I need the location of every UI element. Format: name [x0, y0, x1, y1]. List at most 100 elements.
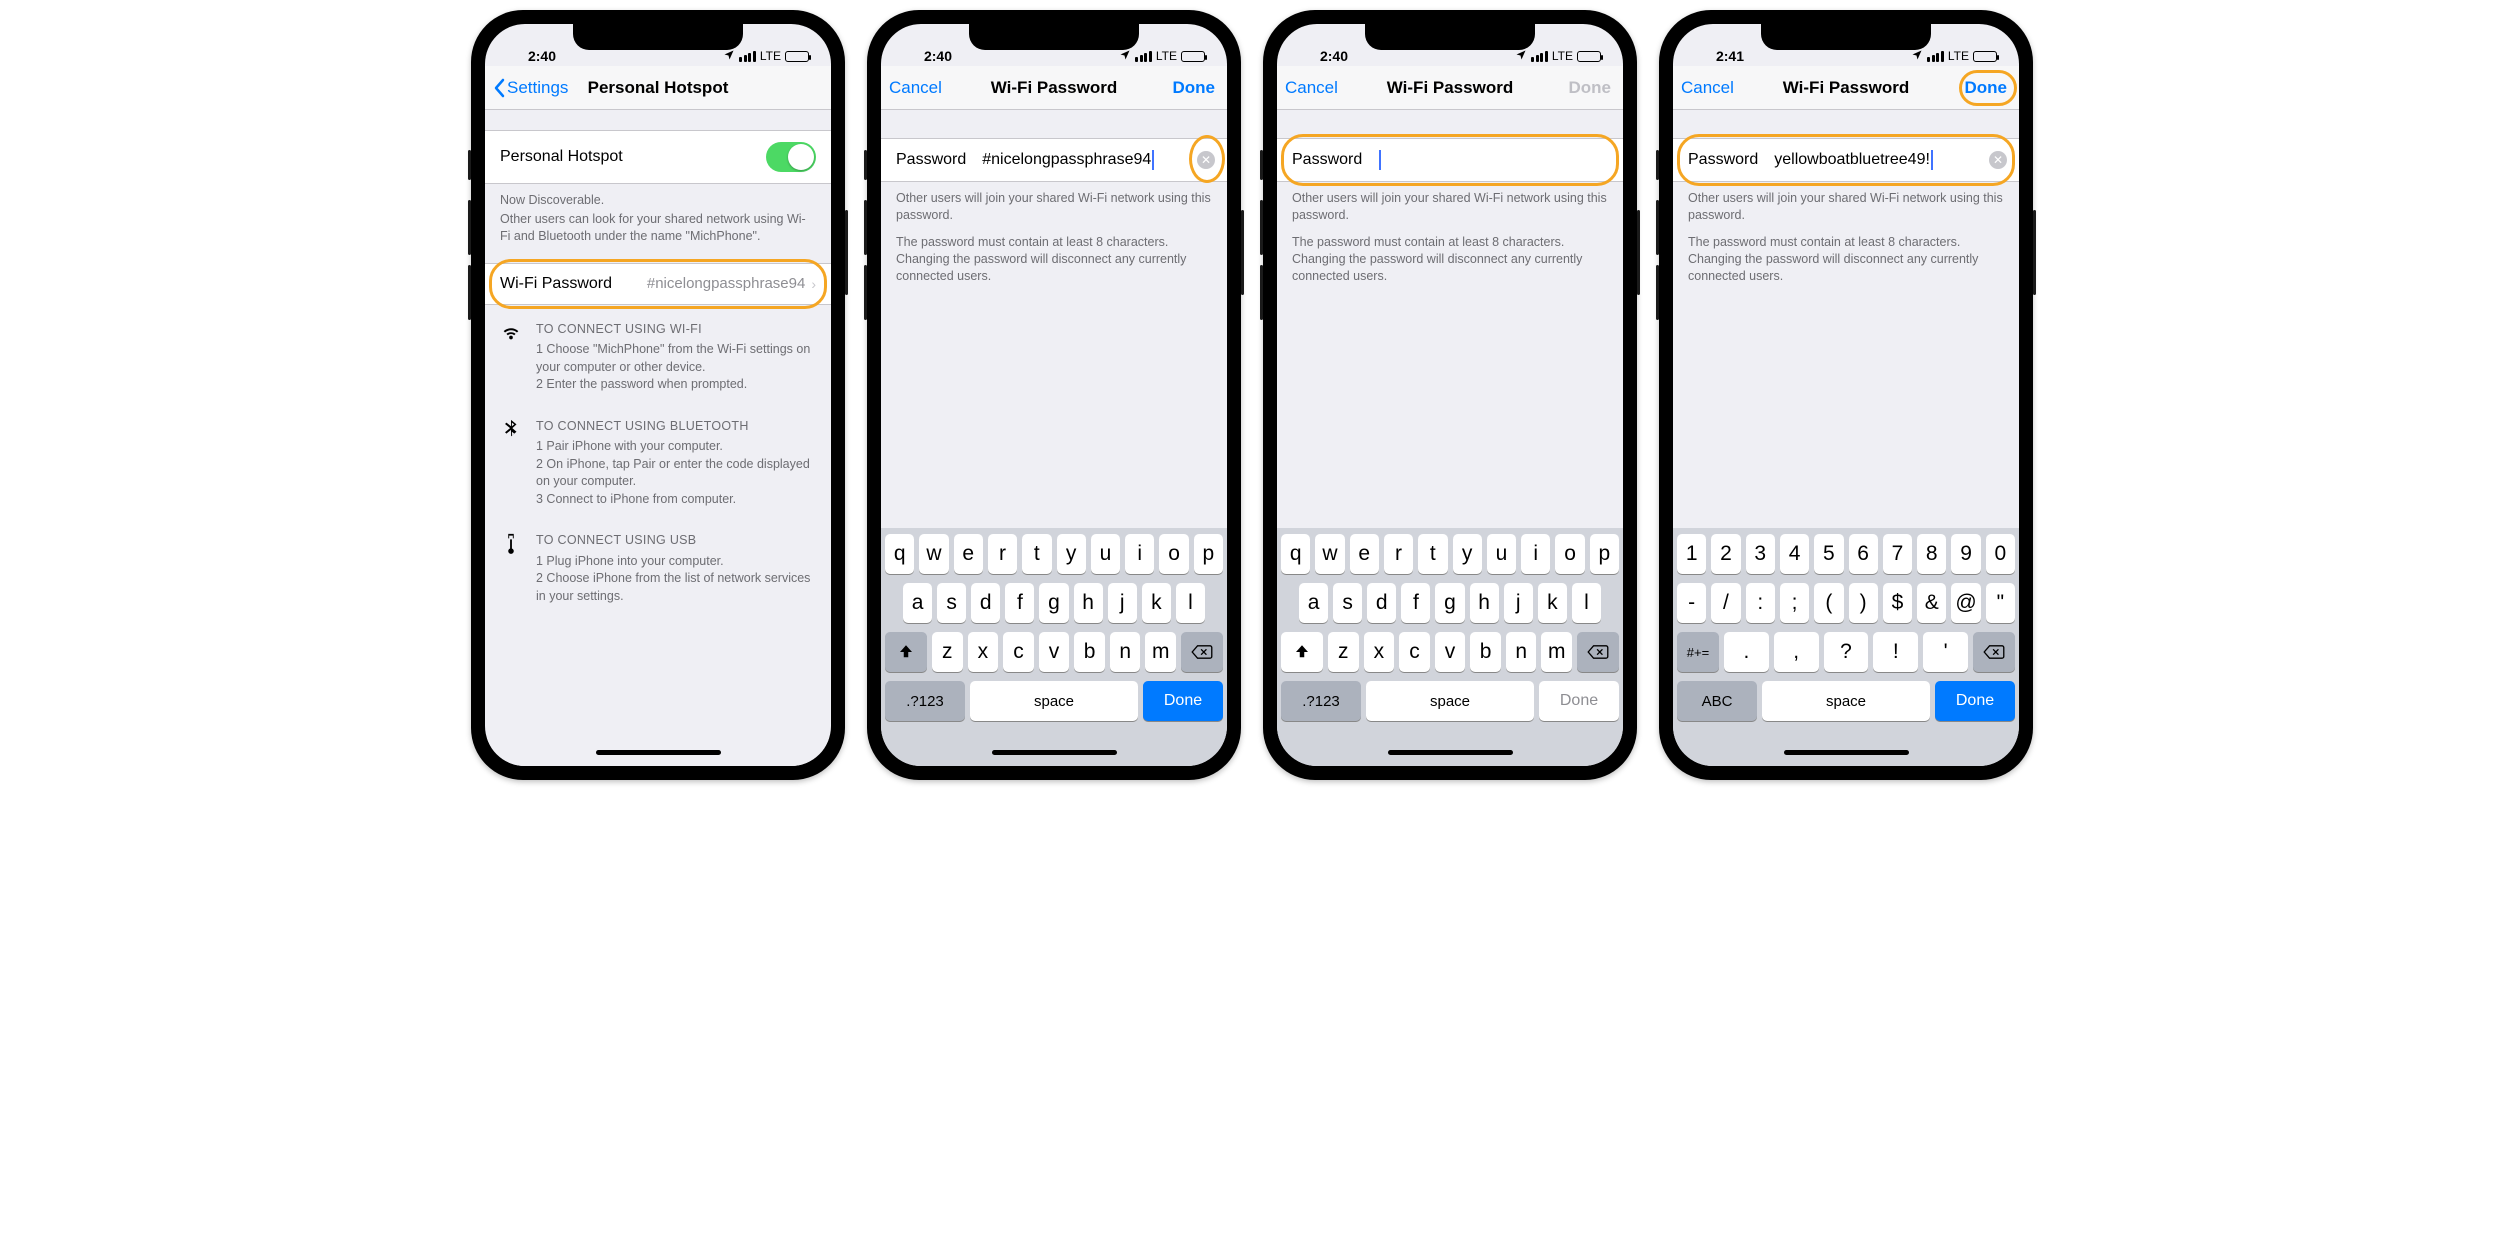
cancel-button[interactable]: Cancel — [1285, 78, 1338, 98]
key-n[interactable]: n — [1506, 632, 1537, 672]
key-o[interactable]: o — [1159, 534, 1188, 574]
key-d[interactable]: d — [1367, 583, 1396, 623]
keyboard[interactable]: qwertyuiop asdfghjkl zxcvbnm .?123 space… — [881, 528, 1227, 738]
key-6[interactable]: 6 — [1849, 534, 1878, 574]
home-indicator[interactable] — [881, 738, 1227, 766]
key-q[interactable]: q — [1281, 534, 1310, 574]
key-:[interactable]: : — [1746, 583, 1775, 623]
shift-key[interactable] — [1281, 632, 1323, 672]
key-u[interactable]: u — [1487, 534, 1516, 574]
key-n[interactable]: n — [1110, 632, 1141, 672]
mode-123-key[interactable]: .?123 — [885, 681, 965, 721]
keyboard-done-key[interactable]: Done — [1143, 681, 1223, 721]
key-x[interactable]: x — [968, 632, 999, 672]
delete-key[interactable] — [1577, 632, 1619, 672]
key-z[interactable]: z — [932, 632, 963, 672]
key-s[interactable]: s — [1333, 583, 1362, 623]
home-indicator[interactable] — [1673, 738, 2019, 766]
key-m[interactable]: m — [1541, 632, 1572, 672]
mode-symbols-key[interactable]: #+= — [1677, 632, 1719, 672]
key-u[interactable]: u — [1091, 534, 1120, 574]
key-f[interactable]: f — [1401, 583, 1430, 623]
key-a[interactable]: a — [1299, 583, 1328, 623]
key-x[interactable]: x — [1364, 632, 1395, 672]
key-,[interactable]: , — [1774, 632, 1819, 672]
key-5[interactable]: 5 — [1814, 534, 1843, 574]
mode-123-key[interactable]: .?123 — [1281, 681, 1361, 721]
key-.[interactable]: . — [1724, 632, 1769, 672]
key-e[interactable]: e — [954, 534, 983, 574]
key-g[interactable]: g — [1039, 583, 1068, 623]
key-r[interactable]: r — [1384, 534, 1413, 574]
keyboard-done-key[interactable]: Done — [1935, 681, 2015, 721]
key-p[interactable]: p — [1590, 534, 1619, 574]
key-@[interactable]: @ — [1951, 583, 1980, 623]
key-o[interactable]: o — [1555, 534, 1584, 574]
key-w[interactable]: w — [1315, 534, 1344, 574]
hotspot-toggle-cell[interactable]: Personal Hotspot — [485, 130, 831, 184]
key-p[interactable]: p — [1194, 534, 1223, 574]
password-input-cell[interactable]: Password yellowboatbluetree49! ✕ — [1673, 138, 2019, 182]
key-y[interactable]: y — [1453, 534, 1482, 574]
key-e[interactable]: e — [1350, 534, 1379, 574]
back-button[interactable]: Settings — [493, 78, 568, 98]
shift-key[interactable] — [885, 632, 927, 672]
space-key[interactable]: space — [1762, 681, 1930, 721]
delete-key[interactable] — [1973, 632, 2015, 672]
wifi-password-cell[interactable]: Wi-Fi Password #nicelongpassphrase94 › — [485, 263, 831, 305]
key-)[interactable]: ) — [1849, 583, 1878, 623]
key-q[interactable]: q — [885, 534, 914, 574]
key-s[interactable]: s — [937, 583, 966, 623]
key-b[interactable]: b — [1470, 632, 1501, 672]
key-t[interactable]: t — [1418, 534, 1447, 574]
key-c[interactable]: c — [1399, 632, 1430, 672]
key-7[interactable]: 7 — [1883, 534, 1912, 574]
key-8[interactable]: 8 — [1917, 534, 1946, 574]
key-$[interactable]: $ — [1883, 583, 1912, 623]
key-l[interactable]: l — [1176, 583, 1205, 623]
password-input-cell[interactable]: Password — [1277, 138, 1623, 182]
key-"[interactable]: " — [1986, 583, 2015, 623]
done-button[interactable]: Done — [1965, 78, 2008, 98]
key-g[interactable]: g — [1435, 583, 1464, 623]
key-h[interactable]: h — [1074, 583, 1103, 623]
clear-text-button[interactable]: ✕ — [1197, 151, 1215, 169]
key-c[interactable]: c — [1003, 632, 1034, 672]
key-m[interactable]: m — [1145, 632, 1176, 672]
key--[interactable]: - — [1677, 583, 1706, 623]
keyboard-numeric[interactable]: 1234567890 -/:;()$&@" #+= .,?!' ABC spac… — [1673, 528, 2019, 738]
clear-text-button[interactable]: ✕ — [1989, 151, 2007, 169]
key-h[interactable]: h — [1470, 583, 1499, 623]
key-9[interactable]: 9 — [1951, 534, 1980, 574]
key-i[interactable]: i — [1521, 534, 1550, 574]
key-&[interactable]: & — [1917, 583, 1946, 623]
key-3[interactable]: 3 — [1746, 534, 1775, 574]
key-w[interactable]: w — [919, 534, 948, 574]
key-0[interactable]: 0 — [1986, 534, 2015, 574]
home-indicator[interactable] — [485, 738, 831, 766]
key-i[interactable]: i — [1125, 534, 1154, 574]
key-j[interactable]: j — [1108, 583, 1137, 623]
key-4[interactable]: 4 — [1780, 534, 1809, 574]
delete-key[interactable] — [1181, 632, 1223, 672]
key-([interactable]: ( — [1814, 583, 1843, 623]
key-a[interactable]: a — [903, 583, 932, 623]
password-input-cell[interactable]: Password #nicelongpassphrase94 ✕ — [881, 138, 1227, 182]
key-t[interactable]: t — [1022, 534, 1051, 574]
cancel-button[interactable]: Cancel — [1681, 78, 1734, 98]
key-2[interactable]: 2 — [1711, 534, 1740, 574]
toggle-switch[interactable] — [766, 142, 816, 172]
key-v[interactable]: v — [1039, 632, 1070, 672]
key-v[interactable]: v — [1435, 632, 1466, 672]
key-l[interactable]: l — [1572, 583, 1601, 623]
home-indicator[interactable] — [1277, 738, 1623, 766]
mode-abc-key[interactable]: ABC — [1677, 681, 1757, 721]
key-j[interactable]: j — [1504, 583, 1533, 623]
key-b[interactable]: b — [1074, 632, 1105, 672]
key-;[interactable]: ; — [1780, 583, 1809, 623]
key-?[interactable]: ? — [1824, 632, 1869, 672]
key-y[interactable]: y — [1057, 534, 1086, 574]
done-button[interactable]: Done — [1173, 78, 1216, 98]
key-1[interactable]: 1 — [1677, 534, 1706, 574]
key-z[interactable]: z — [1328, 632, 1359, 672]
